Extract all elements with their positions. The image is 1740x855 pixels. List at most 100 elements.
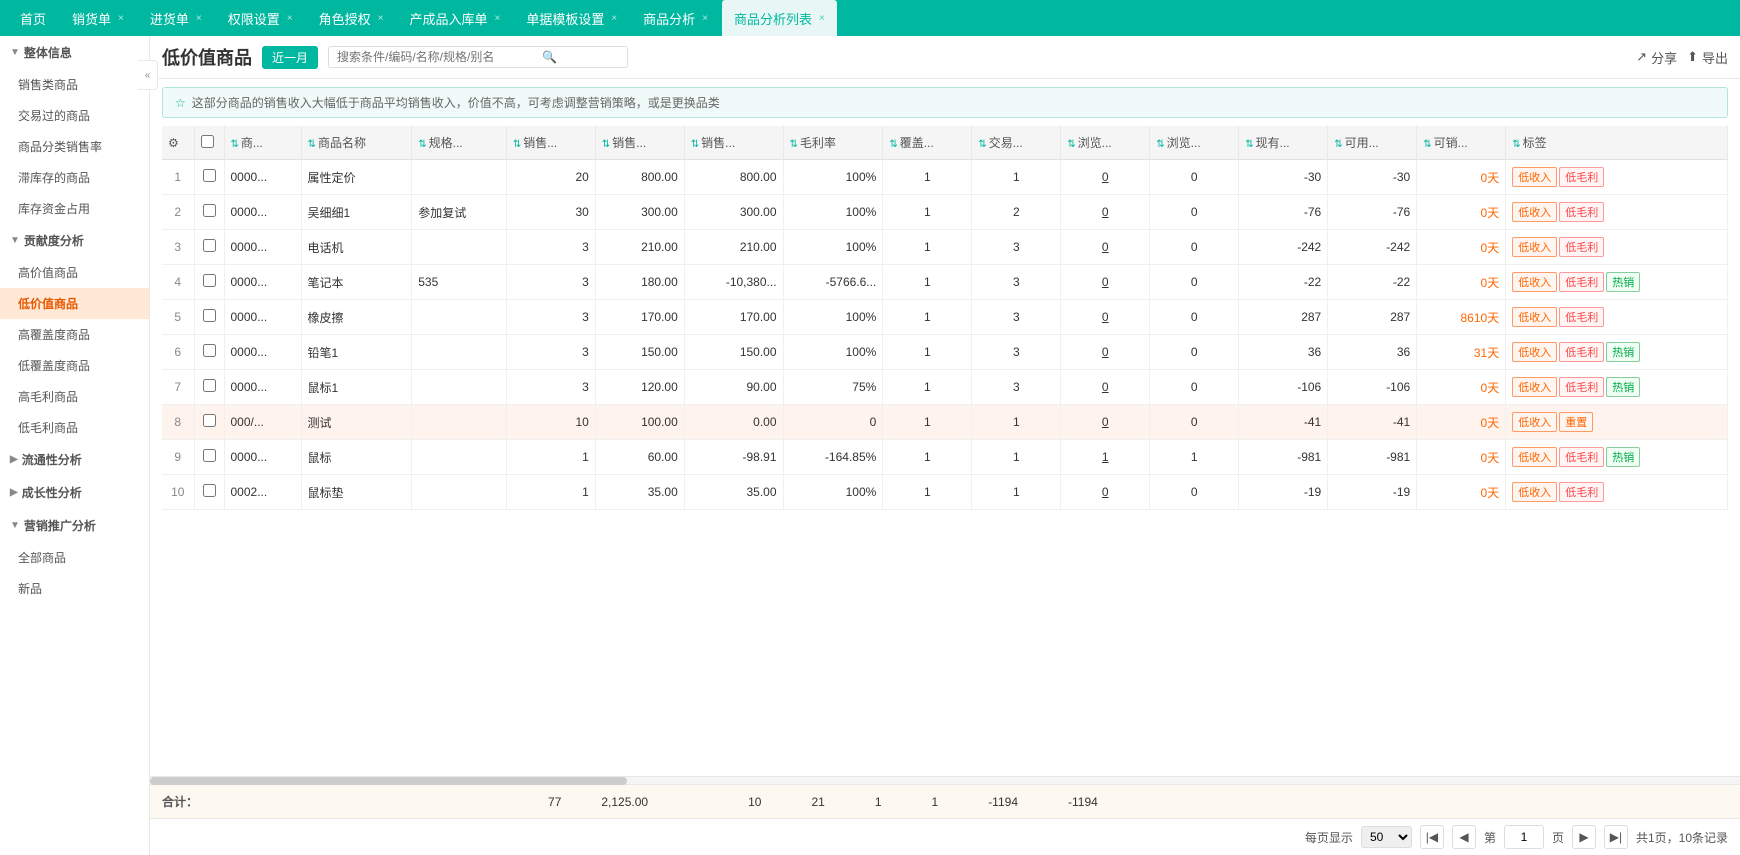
row-views1[interactable]: 0 xyxy=(1061,195,1150,230)
nav-close-template-settings[interactable]: × xyxy=(611,13,617,24)
row-select-checkbox[interactable] xyxy=(203,239,216,252)
row-checkbox[interactable] xyxy=(194,265,224,300)
first-page-btn[interactable]: |◀ xyxy=(1420,825,1444,849)
next-page-btn[interactable]: ▶ xyxy=(1572,825,1596,849)
export-button[interactable]: ⬆ 导出 xyxy=(1687,48,1728,67)
row-views1[interactable]: 0 xyxy=(1061,405,1150,440)
row-checkbox[interactable] xyxy=(194,230,224,265)
date-filter-button[interactable]: 近一月 xyxy=(262,46,318,69)
row-views1[interactable]: 0 xyxy=(1061,265,1150,300)
row-views1[interactable]: 0 xyxy=(1061,370,1150,405)
views-link[interactable]: 0 xyxy=(1102,275,1109,289)
col-avail[interactable]: ⇅可用... xyxy=(1328,126,1417,160)
nav-product-analysis-list[interactable]: 商品分析列表 × xyxy=(722,0,837,36)
col-sales2[interactable]: ⇅销售... xyxy=(684,126,783,160)
col-code[interactable]: ⇅商... xyxy=(224,126,301,160)
row-select-checkbox[interactable] xyxy=(203,274,216,287)
col-name[interactable]: ⇅商品名称 xyxy=(301,126,412,160)
col-checkbox[interactable] xyxy=(194,126,224,160)
col-spec[interactable]: ⇅规格... xyxy=(412,126,507,160)
row-checkbox[interactable] xyxy=(194,370,224,405)
col-settings[interactable]: ⚙ xyxy=(162,126,194,160)
prev-page-btn[interactable]: ◀ xyxy=(1452,825,1476,849)
row-checkbox[interactable] xyxy=(194,300,224,335)
sidebar-section-liquidity[interactable]: ▶ 流通性分析 xyxy=(0,443,149,476)
views-link[interactable]: 0 xyxy=(1102,380,1109,394)
row-select-checkbox[interactable] xyxy=(203,414,216,427)
sidebar-item-new-goods[interactable]: 新品 xyxy=(0,573,149,604)
nav-close-permissions[interactable]: × xyxy=(287,13,293,24)
col-views2[interactable]: ⇅浏览... xyxy=(1150,126,1239,160)
col-margin[interactable]: ⇅毛利率 xyxy=(783,126,883,160)
nav-sales-order[interactable]: 销货单 × xyxy=(60,0,136,36)
col-tags[interactable]: ⇅标签 xyxy=(1506,126,1728,160)
nav-close-sales-order[interactable]: × xyxy=(118,13,124,24)
row-checkbox[interactable] xyxy=(194,195,224,230)
views-link[interactable]: 0 xyxy=(1102,485,1109,499)
row-checkbox[interactable] xyxy=(194,160,224,195)
row-views1[interactable]: 1 xyxy=(1061,440,1150,475)
row-views1[interactable]: 0 xyxy=(1061,475,1150,510)
views-link[interactable]: 0 xyxy=(1102,310,1109,324)
page-number-input[interactable] xyxy=(1504,825,1544,849)
sidebar-item-low-coverage[interactable]: 低覆盖度商品 xyxy=(0,350,149,381)
views-link[interactable]: 0 xyxy=(1102,240,1109,254)
col-qty[interactable]: ⇅销售... xyxy=(506,126,595,160)
nav-close-role-auth[interactable]: × xyxy=(378,13,384,24)
sidebar-item-stagnant-goods[interactable]: 滞库存的商品 xyxy=(0,162,149,193)
sidebar-item-inventory-capital[interactable]: 库存资金占用 xyxy=(0,193,149,224)
sidebar-section-marketing[interactable]: ▼ 营销推广分析 xyxy=(0,509,149,542)
sidebar-item-sales-goods[interactable]: 销售类商品 xyxy=(0,69,149,100)
views-link[interactable]: 1 xyxy=(1102,450,1109,464)
col-views1[interactable]: ⇅浏览... xyxy=(1061,126,1150,160)
col-coverage[interactable]: ⇅覆盖... xyxy=(883,126,972,160)
row-select-checkbox[interactable] xyxy=(203,204,216,217)
col-trans[interactable]: ⇅交易... xyxy=(972,126,1061,160)
sidebar-section-overall[interactable]: ▼ 整体信息 xyxy=(0,36,149,69)
nav-purchase-order[interactable]: 进货单 × xyxy=(138,0,214,36)
row-views1[interactable]: 0 xyxy=(1061,335,1150,370)
sidebar-section-growth[interactable]: ▶ 成长性分析 xyxy=(0,476,149,509)
sidebar-item-high-value[interactable]: 高价值商品 xyxy=(0,257,149,288)
share-button[interactable]: ↗ 分享 xyxy=(1636,48,1677,67)
nav-close-purchase-order[interactable]: × xyxy=(196,13,202,24)
sidebar-collapse-btn[interactable]: « xyxy=(138,60,158,90)
nav-close-finished-goods[interactable]: × xyxy=(494,13,500,24)
row-select-checkbox[interactable] xyxy=(203,309,216,322)
search-icon[interactable]: 🔍 xyxy=(542,50,557,64)
row-views1[interactable]: 0 xyxy=(1061,230,1150,265)
nav-finished-goods[interactable]: 产成品入库单 × xyxy=(397,0,512,36)
row-checkbox[interactable] xyxy=(194,475,224,510)
page-size-select[interactable]: 50 100 xyxy=(1361,826,1412,848)
row-checkbox[interactable] xyxy=(194,440,224,475)
row-select-checkbox[interactable] xyxy=(203,344,216,357)
row-select-checkbox[interactable] xyxy=(203,484,216,497)
sidebar-item-category-sales-rate[interactable]: 商品分类销售率 xyxy=(0,131,149,162)
row-views1[interactable]: 0 xyxy=(1061,300,1150,335)
sidebar-item-high-coverage[interactable]: 高覆盖度商品 xyxy=(0,319,149,350)
row-select-checkbox[interactable] xyxy=(203,449,216,462)
nav-close-product-analysis[interactable]: × xyxy=(702,13,708,24)
sidebar-item-low-value[interactable]: 低价值商品 xyxy=(0,288,149,319)
sidebar-section-contribution[interactable]: ▼ 贡献度分析 xyxy=(0,224,149,257)
nav-product-analysis[interactable]: 商品分析 × xyxy=(631,0,720,36)
nav-home[interactable]: 首页 xyxy=(8,0,58,36)
views-link[interactable]: 0 xyxy=(1102,415,1109,429)
row-views1[interactable]: 0 xyxy=(1061,160,1150,195)
row-checkbox[interactable] xyxy=(194,335,224,370)
row-select-checkbox[interactable] xyxy=(203,169,216,182)
views-link[interactable]: 0 xyxy=(1102,205,1109,219)
sidebar-item-high-margin[interactable]: 高毛利商品 xyxy=(0,381,149,412)
row-select-checkbox[interactable] xyxy=(203,379,216,392)
search-input[interactable] xyxy=(337,50,537,64)
views-link[interactable]: 0 xyxy=(1102,345,1109,359)
last-page-btn[interactable]: ▶| xyxy=(1604,825,1628,849)
sidebar-item-all-goods[interactable]: 全部商品 xyxy=(0,542,149,573)
views-link[interactable]: 0 xyxy=(1102,170,1109,184)
sidebar-item-low-margin[interactable]: 低毛利商品 xyxy=(0,412,149,443)
col-sellable[interactable]: ⇅可销... xyxy=(1417,126,1506,160)
row-checkbox[interactable] xyxy=(194,405,224,440)
table-scrollbar-thumb[interactable] xyxy=(150,777,627,785)
nav-template-settings[interactable]: 单据模板设置 × xyxy=(514,0,629,36)
col-stock[interactable]: ⇅现有... xyxy=(1239,126,1328,160)
